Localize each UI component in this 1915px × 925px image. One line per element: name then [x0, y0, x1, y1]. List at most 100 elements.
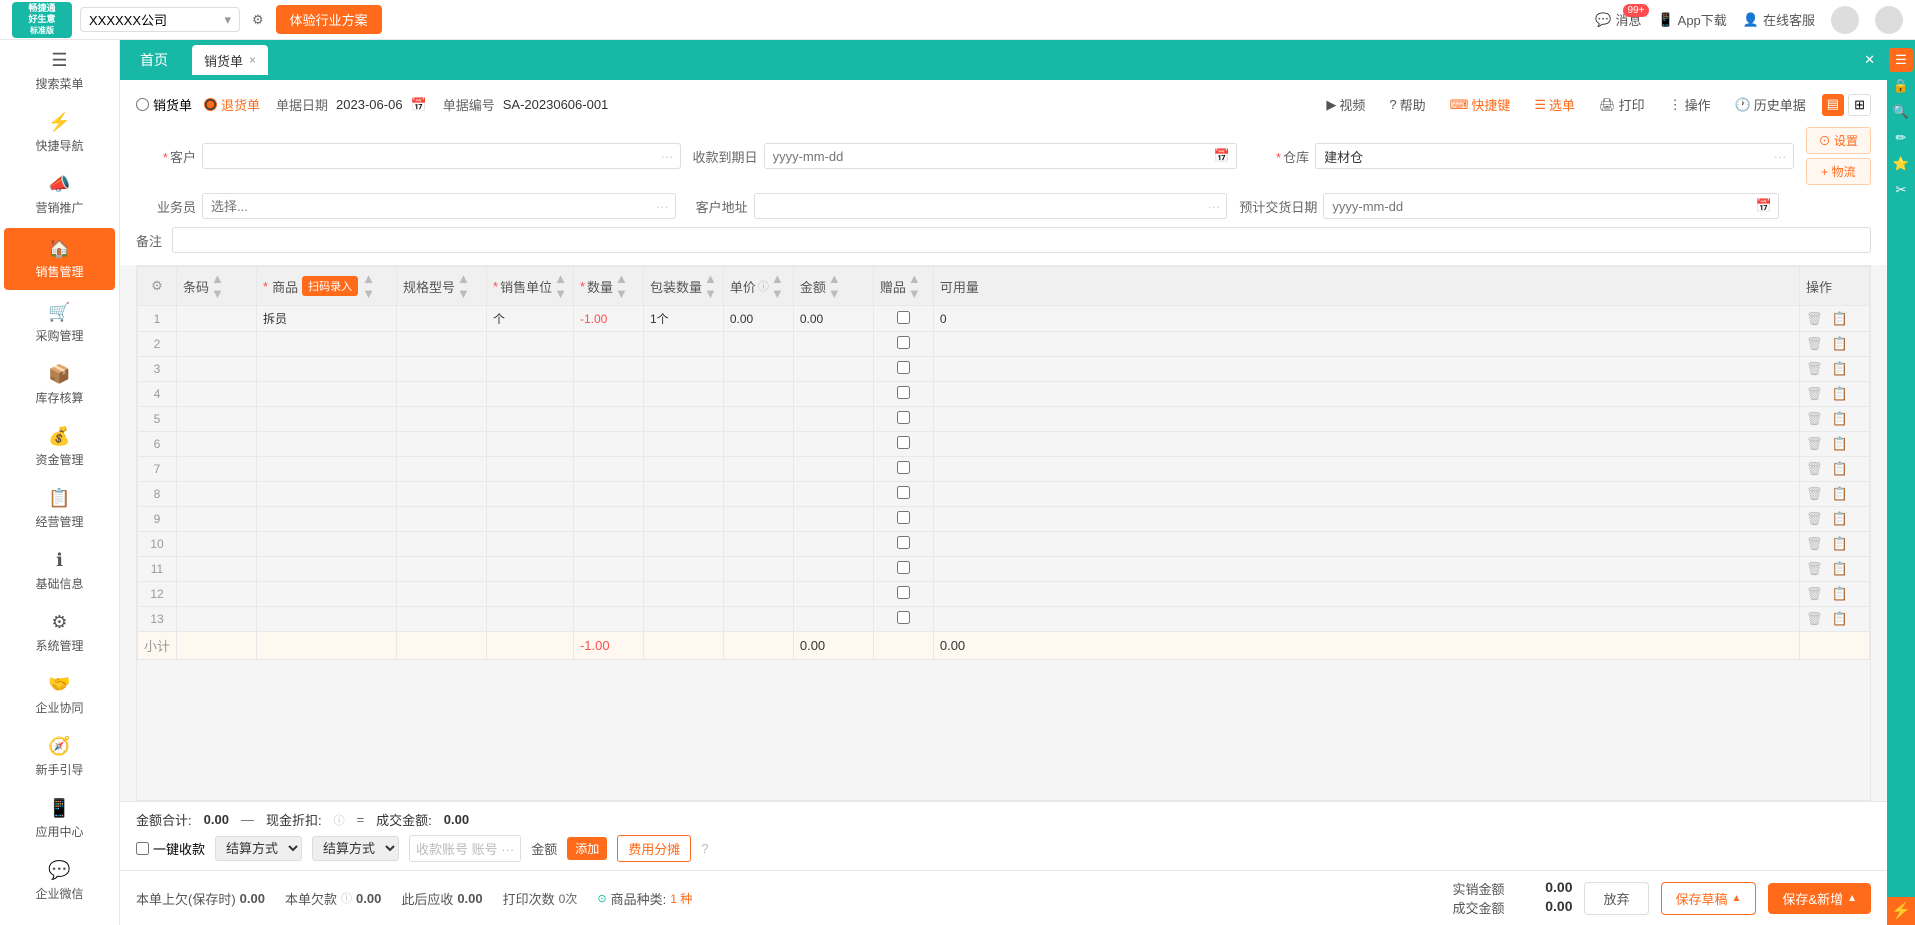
salesperson-input[interactable]: ···	[202, 193, 676, 219]
row-barcode-5[interactable]	[177, 407, 257, 432]
customer-dots-icon[interactable]: ···	[655, 149, 680, 164]
row-unit-5[interactable]	[487, 407, 574, 432]
warehouse-input[interactable]: ···	[1315, 143, 1794, 169]
online-service-button[interactable]: 👤 在线客服	[1743, 10, 1815, 29]
save-draft-button[interactable]: 保存草稿 ▲	[1661, 882, 1757, 915]
row-goods-8[interactable]	[257, 482, 397, 507]
delete-icon-10[interactable]: 🗑	[1806, 536, 1823, 551]
sidebar-item-appcenter[interactable]: 📱 应用中心	[0, 788, 119, 850]
row-spec-9[interactable]	[397, 507, 487, 532]
expense-help-icon[interactable]: ?	[701, 841, 708, 856]
total-due-info-icon[interactable]: ⓘ	[341, 890, 352, 906]
row-spec-8[interactable]	[397, 482, 487, 507]
copy-icon-13[interactable]: 📋	[1832, 611, 1848, 626]
row-qty-7[interactable]	[573, 457, 643, 482]
sidebar-item-marketing[interactable]: 📣 营销推广	[0, 164, 119, 226]
row-pack-7[interactable]	[643, 457, 723, 482]
row-spec-3[interactable]	[397, 357, 487, 382]
delete-icon-4[interactable]: 🗑	[1806, 386, 1823, 401]
th-qty[interactable]: *数量▲▼	[573, 267, 643, 306]
row-goods-11[interactable]	[257, 557, 397, 582]
row-unit-2[interactable]	[487, 332, 574, 357]
row-unit-12[interactable]	[487, 582, 574, 607]
sidebar-item-system[interactable]: ⚙ 系统管理	[0, 602, 119, 664]
row-pack-8[interactable]	[643, 482, 723, 507]
row-qty-6[interactable]	[573, 432, 643, 457]
row-gift-7[interactable]	[873, 457, 933, 482]
row-barcode-8[interactable]	[177, 482, 257, 507]
app-download-button[interactable]: 📱 App下载	[1657, 10, 1726, 29]
right-panel-btn-4[interactable]: ✏	[1889, 126, 1913, 150]
copy-icon-2[interactable]: 📋	[1832, 336, 1848, 351]
delete-icon-9[interactable]: 🗑	[1806, 511, 1823, 526]
th-pack[interactable]: 包装数量▲▼	[643, 267, 723, 306]
row-gift-5[interactable]	[873, 407, 933, 432]
row-barcode-4[interactable]	[177, 382, 257, 407]
copy-icon-6[interactable]: 📋	[1832, 436, 1848, 451]
salesperson-dots-icon[interactable]: ···	[650, 199, 675, 214]
delete-icon-1[interactable]: 🗑	[1806, 311, 1823, 326]
th-unit[interactable]: *销售单位▲▼	[487, 267, 574, 306]
row-goods-13[interactable]	[257, 607, 397, 632]
due-date-input[interactable]: 📅	[764, 143, 1238, 169]
gift-checkbox-8[interactable]	[897, 486, 910, 499]
grid-view-icon[interactable]: ⊞	[1848, 94, 1871, 116]
expected-date-input[interactable]: 📅	[1323, 193, 1779, 219]
add-button[interactable]: 添加	[567, 837, 607, 860]
quick-pay-checkbox-input[interactable]	[136, 842, 149, 855]
row-qty-3[interactable]	[573, 357, 643, 382]
copy-icon-10[interactable]: 📋	[1832, 536, 1848, 551]
right-panel-btn-3[interactable]: 🔍	[1889, 100, 1913, 124]
gift-checkbox-6[interactable]	[897, 436, 910, 449]
radio-sales-input[interactable]	[136, 98, 149, 111]
calendar-icon[interactable]: 📅	[411, 97, 427, 113]
price-info-icon[interactable]: ⓘ	[758, 278, 769, 294]
row-pack-10[interactable]	[643, 532, 723, 557]
delete-icon-11[interactable]: 🗑	[1806, 561, 1823, 576]
row-price-4[interactable]	[723, 382, 793, 407]
gift-checkbox-2[interactable]	[897, 336, 910, 349]
gift-checkbox-1[interactable]	[897, 311, 910, 324]
customer-input-field[interactable]	[203, 145, 655, 168]
row-unit-6[interactable]	[487, 432, 574, 457]
sidebar-item-wechat[interactable]: 💬 企业微信	[0, 850, 119, 912]
row-unit-7[interactable]	[487, 457, 574, 482]
scan-button[interactable]: 扫码录入	[302, 276, 358, 296]
radio-return-order[interactable]: 退货单	[204, 95, 260, 114]
row-amount-4[interactable]	[793, 382, 873, 407]
discount-info-icon[interactable]: ⓘ	[334, 812, 345, 828]
row-amount-13[interactable]	[793, 607, 873, 632]
row-goods-12[interactable]	[257, 582, 397, 607]
row-pack-1[interactable]: 1个	[643, 306, 723, 332]
toolbar-video[interactable]: ▶ 视频	[1318, 92, 1373, 117]
salesperson-field[interactable]	[203, 195, 650, 218]
toolbar-print[interactable]: 🖨 打印	[1591, 92, 1653, 117]
row-barcode-9[interactable]	[177, 507, 257, 532]
payment-method-select2[interactable]: 结算方式	[312, 836, 399, 861]
warehouse-dots-icon[interactable]: ···	[1768, 149, 1793, 164]
copy-icon-12[interactable]: 📋	[1832, 586, 1848, 601]
expense-button[interactable]: 费用分摊	[617, 835, 691, 862]
avatar[interactable]	[1831, 6, 1859, 34]
copy-icon-7[interactable]: 📋	[1832, 461, 1848, 476]
gift-checkbox-11[interactable]	[897, 561, 910, 574]
delete-icon-8[interactable]: 🗑	[1806, 486, 1823, 501]
radio-sales-order[interactable]: 销货单	[136, 95, 192, 114]
toolbar-help[interactable]: ? 帮助	[1381, 92, 1433, 117]
row-spec-6[interactable]	[397, 432, 487, 457]
row-amount-7[interactable]	[793, 457, 873, 482]
sidebar-item-member[interactable]: V 畅会员	[0, 912, 119, 925]
list-view-icon[interactable]: ▤	[1822, 94, 1844, 116]
row-goods-2[interactable]	[257, 332, 397, 357]
gift-checkbox-3[interactable]	[897, 361, 910, 374]
copy-icon-11[interactable]: 📋	[1832, 561, 1848, 576]
row-unit-9[interactable]	[487, 507, 574, 532]
row-spec-4[interactable]	[397, 382, 487, 407]
th-spec[interactable]: 规格型号▲▼	[397, 267, 487, 306]
row-unit-10[interactable]	[487, 532, 574, 557]
due-date-calendar-icon[interactable]: 📅	[1208, 148, 1236, 164]
message-button[interactable]: 💬 消息 99+	[1595, 10, 1641, 29]
sidebar-item-quicknav[interactable]: ⚡ 快捷导航	[0, 102, 119, 164]
th-price[interactable]: 单价ⓘ▲▼	[723, 267, 793, 306]
row-gift-11[interactable]	[873, 557, 933, 582]
